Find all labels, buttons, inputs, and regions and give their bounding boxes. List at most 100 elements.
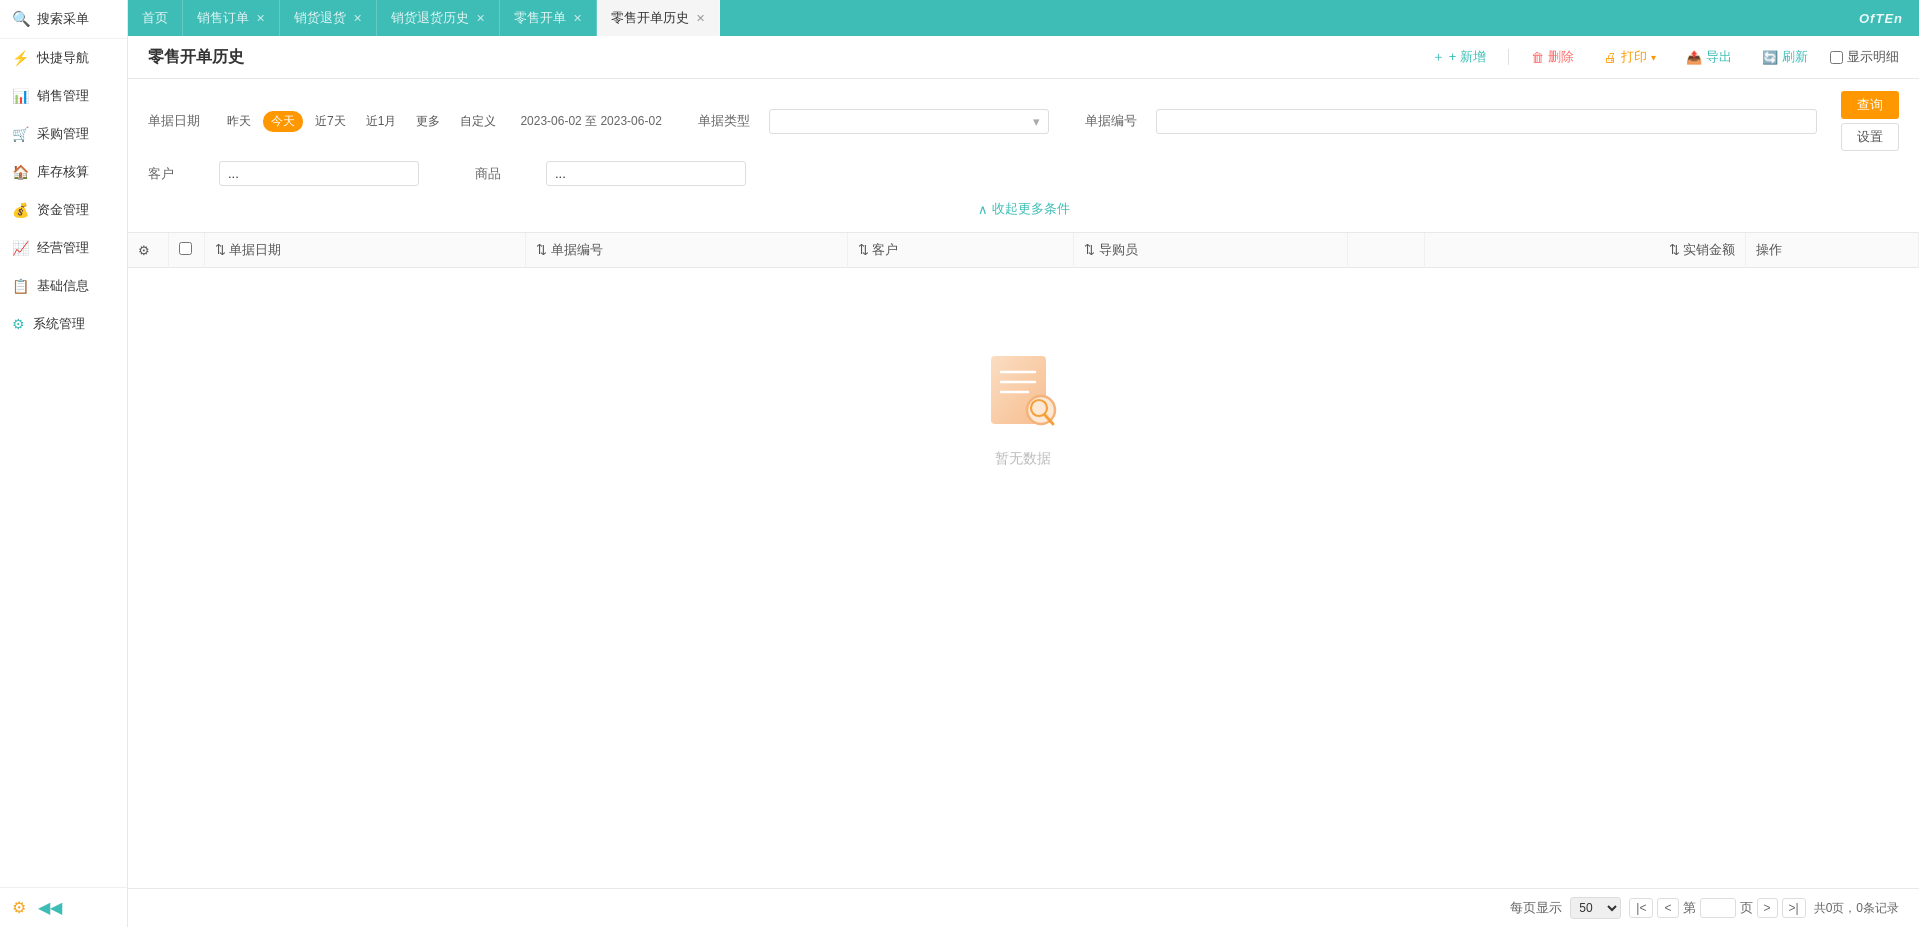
collapse-arrow: ∧ <box>978 202 988 217</box>
sidebar-icon-operations: 📈 <box>12 240 29 256</box>
page-unit: 页 <box>1740 899 1753 917</box>
date-more-btn[interactable]: 更多 <box>408 111 448 132</box>
th-spacer <box>1347 233 1424 268</box>
sidebar-item-inventory[interactable]: 🏠库存核算 <box>0 153 127 191</box>
tab-close-sales-return-history[interactable]: ✕ <box>476 12 485 25</box>
tab-home[interactable]: 首页 <box>128 0 183 36</box>
sidebar-item-basic-info[interactable]: 📋基础信息 <box>0 267 127 305</box>
tab-label-home: 首页 <box>142 9 168 27</box>
date-7days-btn[interactable]: 近7天 <box>307 111 354 132</box>
empty-illustration <box>973 348 1073 438</box>
query-button[interactable]: 查询 <box>1841 91 1899 119</box>
new-button[interactable]: ＋ + 新增 <box>1424 44 1494 70</box>
sidebar-item-quick-nav[interactable]: ⚡快捷导航 <box>0 39 127 77</box>
collapse-icon[interactable]: ◀◀ <box>38 898 62 917</box>
th-action: 操作 <box>1746 233 1919 268</box>
doc-type-label: 单据类型 <box>698 112 753 130</box>
doc-no-input[interactable] <box>1156 109 1817 134</box>
th-date[interactable]: ⇅ 单据日期 <box>204 233 526 268</box>
prev-page-btn[interactable]: < <box>1657 898 1678 918</box>
tab-close-retail-open-history[interactable]: ✕ <box>696 12 705 25</box>
export-label: 导出 <box>1706 48 1732 66</box>
sidebar-icon-quick-nav: ⚡ <box>12 50 29 66</box>
th-check[interactable] <box>168 233 204 268</box>
tab-sales-order[interactable]: 销售订单✕ <box>183 0 280 36</box>
content-area: 零售开单历史 ＋ + 新增 🗑 删除 🖨 打印 ▾ 📤 <box>128 36 1919 927</box>
th-guide-label: ⇅ 导购员 <box>1084 242 1138 257</box>
th-customer[interactable]: ⇅ 客户 <box>847 233 1073 268</box>
sidebar-item-purchase-mgmt[interactable]: 🛒采购管理 <box>0 115 127 153</box>
tab-close-retail-open[interactable]: ✕ <box>573 12 582 25</box>
last-page-btn[interactable]: >| <box>1782 898 1806 918</box>
sidebar-item-sales-mgmt[interactable]: 📊销售管理 <box>0 77 127 115</box>
sidebar-label-inventory: 库存核算 <box>37 163 89 181</box>
sidebar-label-finance: 资金管理 <box>37 201 89 219</box>
gear-icon: ⚙ <box>138 243 150 258</box>
sidebar-item-finance[interactable]: 💰资金管理 <box>0 191 127 229</box>
tab-retail-open[interactable]: 零售开单✕ <box>500 0 597 36</box>
goods-select[interactable]: ... <box>546 161 746 186</box>
page-input[interactable]: 1 <box>1700 898 1736 918</box>
tab-close-sales-order[interactable]: ✕ <box>256 12 265 25</box>
search-icon: 🔍 <box>12 10 31 28</box>
date-custom-btn[interactable]: 自定义 <box>452 111 504 132</box>
tab-bar: 首页销售订单✕销货退货✕销货退货历史✕零售开单✕零售开单历史✕ OfTEn <box>128 0 1919 36</box>
new-icon: ＋ <box>1432 48 1445 66</box>
print-button[interactable]: 🖨 打印 ▾ <box>1596 44 1664 70</box>
tab-sales-return[interactable]: 销货退货 ✕ <box>280 0 377 36</box>
goods-value: ... <box>555 166 566 181</box>
th-amount[interactable]: ⇅ 实销金额 <box>1424 233 1746 268</box>
sidebar-footer: ⚙ ◀◀ <box>0 887 127 927</box>
display-detail-label: 显示明细 <box>1847 48 1899 66</box>
next-page-btn[interactable]: > <box>1757 898 1778 918</box>
date-1month-btn[interactable]: 近1月 <box>358 111 405 132</box>
print-arrow: ▾ <box>1651 52 1656 63</box>
th-doc-no[interactable]: ⇅ 单据编号 <box>526 233 848 268</box>
divider1 <box>1508 49 1509 65</box>
first-page-btn[interactable]: |< <box>1629 898 1653 918</box>
sidebar-search-label: 搜索采单 <box>37 10 89 28</box>
date-range-text: 2023-06-02 至 2023-06-02 <box>520 113 661 130</box>
empty-state: 暂无数据 <box>128 268 1919 548</box>
th-guide[interactable]: ⇅ 导购员 <box>1073 233 1347 268</box>
sidebar-item-sys-mgmt[interactable]: ⚙系统管理 <box>0 305 127 343</box>
tab-label-sales-return: 销货退货 <box>294 9 346 27</box>
delete-label: 删除 <box>1548 48 1574 66</box>
sidebar-icon-sales-mgmt: 📊 <box>12 88 29 104</box>
tab-close-sales-return[interactable]: ✕ <box>353 12 362 25</box>
filter-area: 单据日期 昨天 今天 近7天 近1月 更多 自定义 2023-06-02 至 2… <box>128 79 1919 233</box>
main-area: 首页销售订单✕销货退货✕销货退货历史✕零售开单✕零售开单历史✕ OfTEn 零售… <box>128 0 1919 927</box>
delete-button[interactable]: 🗑 删除 <box>1523 44 1582 70</box>
date-buttons: 昨天 今天 近7天 近1月 更多 自定义 <box>219 111 504 132</box>
filter-row-2: 客户 ... 商品 ... <box>148 161 1899 186</box>
table-header-row: ⚙ ⇅ 单据日期 ⇅ 单据编号 ⇅ 客户 <box>128 233 1919 268</box>
per-page-label: 每页显示 <box>1510 899 1562 917</box>
th-settings[interactable]: ⚙ <box>128 233 168 268</box>
tab-sales-return-history[interactable]: 销货退货历史 ✕ <box>377 0 500 36</box>
print-label: 打印 <box>1621 48 1647 66</box>
refresh-button[interactable]: 🔄 刷新 <box>1754 44 1816 70</box>
table-body: 暂无数据 <box>128 268 1919 549</box>
sidebar-item-operations[interactable]: 📈 经营管理 <box>0 229 127 267</box>
filter-row-1: 单据日期 昨天 今天 近7天 近1月 更多 自定义 2023-06-02 至 2… <box>148 91 1899 151</box>
settings-button[interactable]: 设置 <box>1841 123 1899 151</box>
customer-select[interactable]: ... <box>219 161 419 186</box>
tab-retail-open-history[interactable]: 零售开单历史✕ <box>597 0 720 36</box>
date-today-btn[interactable]: 今天 <box>263 111 303 132</box>
page-nav: |< < 第 1 页 > >| <box>1629 898 1805 918</box>
collapse-label: 收起更多条件 <box>992 200 1070 218</box>
tab-label-sales-return-history: 销货退货历史 <box>391 9 469 27</box>
settings-icon[interactable]: ⚙ <box>12 898 26 917</box>
print-icon: 🖨 <box>1604 50 1617 65</box>
sidebar-label-operations: 经营管理 <box>37 239 89 257</box>
display-detail-checkbox[interactable] <box>1830 51 1843 64</box>
display-detail-check[interactable]: 显示明细 <box>1830 48 1899 66</box>
sidebar-search[interactable]: 🔍 搜索采单 <box>0 0 127 39</box>
page-size-select[interactable]: 102050100 <box>1570 897 1621 919</box>
date-yesterday-btn[interactable]: 昨天 <box>219 111 259 132</box>
export-button[interactable]: 📤 导出 <box>1678 44 1740 70</box>
collapse-button[interactable]: ∧ 收起更多条件 <box>148 196 1899 226</box>
select-all-checkbox[interactable] <box>179 242 192 255</box>
th-date-label: ⇅ 单据日期 <box>215 242 282 257</box>
doc-type-select[interactable]: ▾ <box>769 109 1049 134</box>
